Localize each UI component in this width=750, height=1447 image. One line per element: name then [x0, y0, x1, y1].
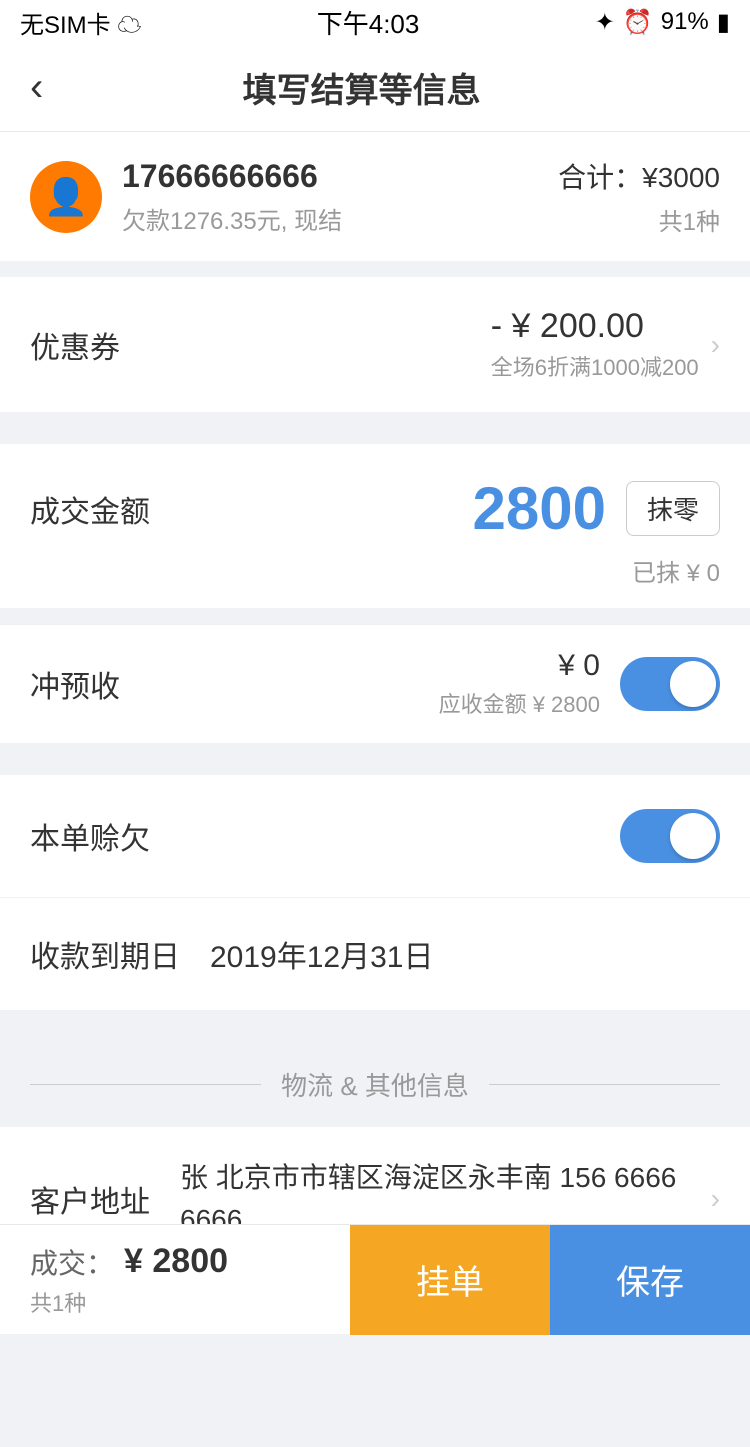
- logistics-label: 物流 & 其他信息: [261, 1066, 489, 1103]
- deal-amount-label: 成交金额: [30, 487, 150, 531]
- due-date-value: 2019年12月31日: [210, 932, 433, 976]
- round-down-button[interactable]: 抹零: [626, 481, 720, 536]
- bad-debt-label: 本单赊欠: [30, 814, 150, 858]
- back-button[interactable]: ‹: [30, 55, 63, 120]
- alarm-icon: ⏰: [623, 8, 653, 37]
- save-button[interactable]: 保存: [550, 1225, 750, 1335]
- coupon-label: 优惠券: [30, 323, 120, 367]
- toggle-knob: [670, 661, 716, 707]
- total-count: 共1种: [558, 202, 720, 237]
- footer: 成交： ¥ 2800 共1种 挂单 保存: [0, 1224, 750, 1334]
- due-date-label: 收款到期日: [30, 932, 180, 976]
- logistics-divider: 物流 & 其他信息: [0, 1042, 750, 1127]
- precollect-amount: ¥ 0: [439, 649, 600, 683]
- footer-count: 共1种: [30, 1286, 320, 1318]
- status-right: ✦ ⏰ 91% ▮: [595, 8, 730, 37]
- separator-2: [0, 759, 750, 775]
- address-label: 客户地址: [30, 1177, 150, 1221]
- customer-left: 👤 17666666666 欠款1276.35元, 现结: [30, 158, 342, 236]
- separator-3: [0, 1026, 750, 1042]
- page-title: 填写结算等信息: [63, 63, 660, 112]
- avatar: 👤: [30, 161, 102, 233]
- coupon-row[interactable]: 优惠券 - ¥ 200.00 全场6折满1000减200 ›: [0, 277, 750, 412]
- bad-debt-toggle[interactable]: [620, 809, 720, 863]
- footer-deal-label: 成交：: [30, 1242, 114, 1282]
- divider-line-right: [489, 1084, 720, 1085]
- customer-phone: 17666666666: [122, 158, 342, 195]
- deal-amount-value: 2800: [473, 474, 606, 543]
- divider-line-left: [30, 1084, 261, 1085]
- coupon-description: 全场6折满1000减200: [491, 350, 699, 382]
- address-chevron-icon: ›: [711, 1183, 720, 1215]
- location-icon: ✦: [595, 8, 615, 37]
- bad-debt-toggle-knob: [670, 813, 716, 859]
- coupon-discount: - ¥ 200.00: [491, 307, 699, 346]
- battery-icon: ▮: [717, 8, 730, 37]
- status-time: 下午4:03: [317, 4, 420, 41]
- nav-bar: ‹ 填写结算等信息: [0, 44, 750, 132]
- chevron-right-icon: ›: [711, 329, 720, 361]
- deal-amount-section: 成交金额 2800 抹零 已抹 ¥ 0: [0, 444, 750, 608]
- footer-info: 成交： ¥ 2800 共1种: [0, 1242, 350, 1318]
- precollect-row: 冲预收 ¥ 0 应收金额 ¥ 2800: [0, 624, 750, 743]
- footer-deal-amount: ¥ 2800: [124, 1242, 228, 1281]
- deal-value-group: 2800 抹零: [473, 474, 721, 543]
- customer-info: 17666666666 欠款1276.35元, 现结: [122, 158, 342, 236]
- customer-total: 合计：¥3000 共1种: [558, 156, 720, 237]
- footer-deal: 成交： ¥ 2800: [30, 1242, 320, 1282]
- precollect-amount-group: ¥ 0 应收金额 ¥ 2800: [439, 649, 600, 719]
- total-amount: 合计：¥3000: [558, 156, 720, 196]
- hang-order-button[interactable]: 挂单: [350, 1225, 550, 1335]
- battery-label: 91%: [661, 8, 709, 36]
- precollect-label: 冲预收: [30, 662, 120, 706]
- due-date-row: 收款到期日 2019年12月31日: [0, 897, 750, 1010]
- receivable-label: 应收金额 ¥ 2800: [439, 687, 600, 719]
- customer-row: 👤 17666666666 欠款1276.35元, 现结 合计：¥3000 共1…: [0, 132, 750, 261]
- status-left: 无SIM卡 ☁: [20, 5, 141, 40]
- precollect-toggle[interactable]: [620, 657, 720, 711]
- deal-sub-label: 已抹 ¥ 0: [30, 553, 720, 608]
- sim-label: 无SIM卡 ☁: [20, 5, 141, 40]
- avatar-icon: 👤: [44, 176, 89, 218]
- coupon-right: - ¥ 200.00 全场6折满1000减200 ›: [491, 307, 720, 382]
- bad-debt-row: 本单赊欠: [0, 775, 750, 897]
- customer-debt: 欠款1276.35元, 现结: [122, 201, 342, 236]
- separator-1: [0, 428, 750, 444]
- status-bar: 无SIM卡 ☁ 下午4:03 ✦ ⏰ 91% ▮: [0, 0, 750, 44]
- precollect-right: ¥ 0 应收金额 ¥ 2800: [439, 649, 720, 719]
